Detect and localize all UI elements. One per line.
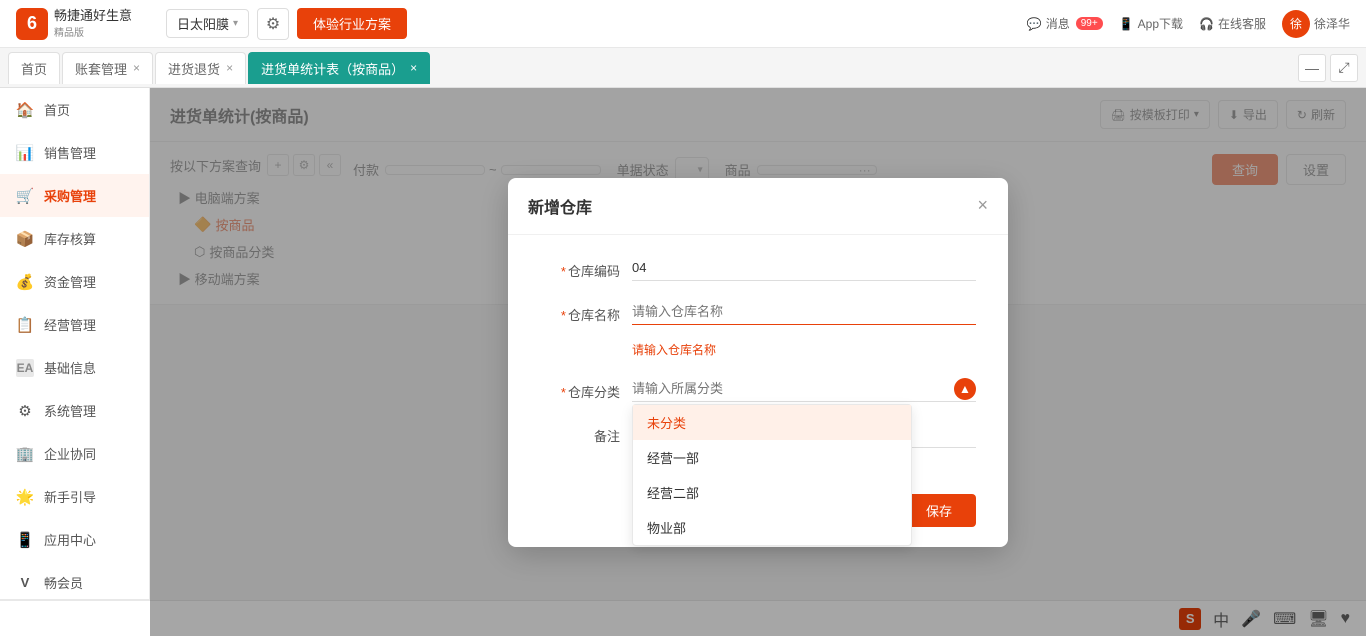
modal-dialog: 新增仓库 × 仓库编码 仓库名称 [508, 178, 1008, 547]
purchase-icon: 🛒 [16, 187, 34, 205]
store-selector[interactable]: 日太阳膜 ▾ [166, 9, 249, 38]
vip-icon: V [16, 574, 34, 592]
basic-icon: EA [16, 359, 34, 377]
operations-icon: 📋 [16, 316, 34, 334]
logo-sub: 精品版 [54, 24, 132, 39]
sidebar-item-sales[interactable]: 📊 销售管理 [0, 131, 149, 174]
code-label: 仓库编码 [540, 255, 620, 280]
sales-icon: 📊 [16, 144, 34, 162]
name-error-msg: 请输入仓库名称 [632, 341, 716, 358]
messages-badge: 99+ [1076, 17, 1103, 30]
logo-text: 畅捷通好生意 [54, 8, 132, 25]
option-uncategorized[interactable]: 未分类 [633, 405, 911, 440]
system-icon: ⚙ [16, 402, 34, 420]
sidebar-item-inventory[interactable]: 📦 库存核算 [0, 217, 149, 260]
note-label: 备注 [540, 420, 620, 445]
logo-icon: 6 [16, 8, 48, 40]
modal-overlay: 新增仓库 × 仓库编码 仓库名称 [150, 88, 1366, 636]
home-icon: 🏠 [16, 101, 34, 119]
sidebar-item-home[interactable]: 🏠 首页 [0, 88, 149, 131]
modal-close-btn[interactable]: × [977, 195, 988, 216]
content-area: 进货单统计(按商品) 🖨 按模板打印 ▾ ⬇ 导出 ↻ 刷新 [150, 88, 1366, 636]
sidebar-item-finance[interactable]: 💰 资金管理 [0, 260, 149, 303]
gear-button[interactable]: ⚙ [257, 8, 289, 40]
tab-accounts[interactable]: 账套管理 × [62, 52, 153, 84]
user-item[interactable]: 徐 徐泽华 [1282, 10, 1350, 38]
tab-home[interactable]: 首页 [8, 52, 60, 84]
sidebar-item-apps[interactable]: 📱 应用中心 [0, 518, 149, 561]
finance-icon: 💰 [16, 273, 34, 291]
form-row-category: 仓库分类 ▲ 未分类 经营一部 经营二部 物业部 [540, 376, 976, 402]
category-dropdown-list: 未分类 经营一部 经营二部 物业部 [632, 404, 912, 546]
user-avatar: 徐 [1282, 10, 1310, 38]
tab-returns[interactable]: 进货退货 × [155, 52, 246, 84]
guide-icon: 🌟 [16, 488, 34, 506]
modal-body: 仓库编码 仓库名称 请输入仓库名称 仓库分类 [508, 235, 1008, 482]
message-icon: 💬 [1027, 17, 1042, 31]
tab-statistics-close[interactable]: × [410, 61, 417, 75]
tab-statistics[interactable]: 进货单统计表（按商品） × [248, 52, 430, 84]
sidebar-item-purchase[interactable]: 🛒 采购管理 [0, 174, 149, 217]
sidebar: 🏠 首页 📊 销售管理 🛒 采购管理 📦 库存核算 💰 资金管理 📋 经营管理 … [0, 88, 150, 636]
sidebar-item-guide[interactable]: 🌟 新手引导 [0, 475, 149, 518]
tab-expand[interactable]: ⤢ [1330, 54, 1358, 82]
tab-returns-close[interactable]: × [226, 61, 233, 75]
top-bar: 6 畅捷通好生意 精品版 日太阳膜 ▾ ⚙ 体验行业方案 💬 消息 99+ 📱 … [0, 0, 1366, 48]
trial-button[interactable]: 体验行业方案 [297, 8, 407, 39]
category-input-wrap: ▲ [632, 376, 976, 402]
messages-item[interactable]: 💬 消息 99+ [1027, 15, 1103, 32]
inventory-icon: 📦 [16, 230, 34, 248]
code-input[interactable] [632, 255, 976, 281]
form-row-name: 仓库名称 请输入仓库名称 [540, 299, 976, 358]
save-button[interactable]: 保存 [902, 494, 976, 527]
tab-accounts-close[interactable]: × [133, 61, 140, 75]
top-right: 💬 消息 99+ 📱 App下载 🎧 在线客服 徐 徐泽华 [1027, 10, 1350, 38]
tab-bar: 首页 账套管理 × 进货退货 × 进货单统计表（按商品） × — ⤢ [0, 48, 1366, 88]
online-service-item[interactable]: 🎧 在线客服 [1199, 15, 1266, 32]
logo-area: 6 畅捷通好生意 精品版 [16, 8, 166, 40]
category-input[interactable] [632, 376, 976, 402]
main-layout: 🏠 首页 📊 销售管理 🛒 采购管理 📦 库存核算 💰 资金管理 📋 经营管理 … [0, 88, 1366, 636]
sidebar-item-vip[interactable]: V 畅会员 [0, 561, 149, 604]
sidebar-item-enterprise[interactable]: 🏢 企业协同 [0, 432, 149, 475]
name-label: 仓库名称 [540, 299, 620, 324]
form-row-code: 仓库编码 [540, 255, 976, 281]
category-label: 仓库分类 [540, 376, 620, 401]
modal-header: 新增仓库 × [508, 178, 1008, 235]
tab-controls: — ⤢ [1298, 54, 1358, 82]
app-download-item[interactable]: 📱 App下载 [1119, 15, 1183, 32]
tab-minimize[interactable]: — [1298, 54, 1326, 82]
modal-title: 新增仓库 [528, 194, 592, 218]
category-dropdown-btn[interactable]: ▲ [954, 378, 976, 400]
option-dept2[interactable]: 经营二部 [633, 475, 911, 510]
headset-icon: 🎧 [1199, 17, 1214, 31]
option-property[interactable]: 物业部 [633, 510, 911, 545]
enterprise-icon: 🏢 [16, 445, 34, 463]
sidebar-item-basic[interactable]: EA 基础信息 [0, 346, 149, 389]
top-search: 日太阳膜 ▾ ⚙ 体验行业方案 [166, 8, 1027, 40]
store-selector-arrow: ▾ [233, 18, 238, 29]
sidebar-item-system[interactable]: ⚙ 系统管理 [0, 389, 149, 432]
phone-icon: 📱 [1119, 17, 1134, 31]
name-input[interactable] [632, 299, 976, 325]
option-dept1[interactable]: 经营一部 [633, 440, 911, 475]
apps-icon: 📱 [16, 531, 34, 549]
sidebar-item-operations[interactable]: 📋 经营管理 [0, 303, 149, 346]
